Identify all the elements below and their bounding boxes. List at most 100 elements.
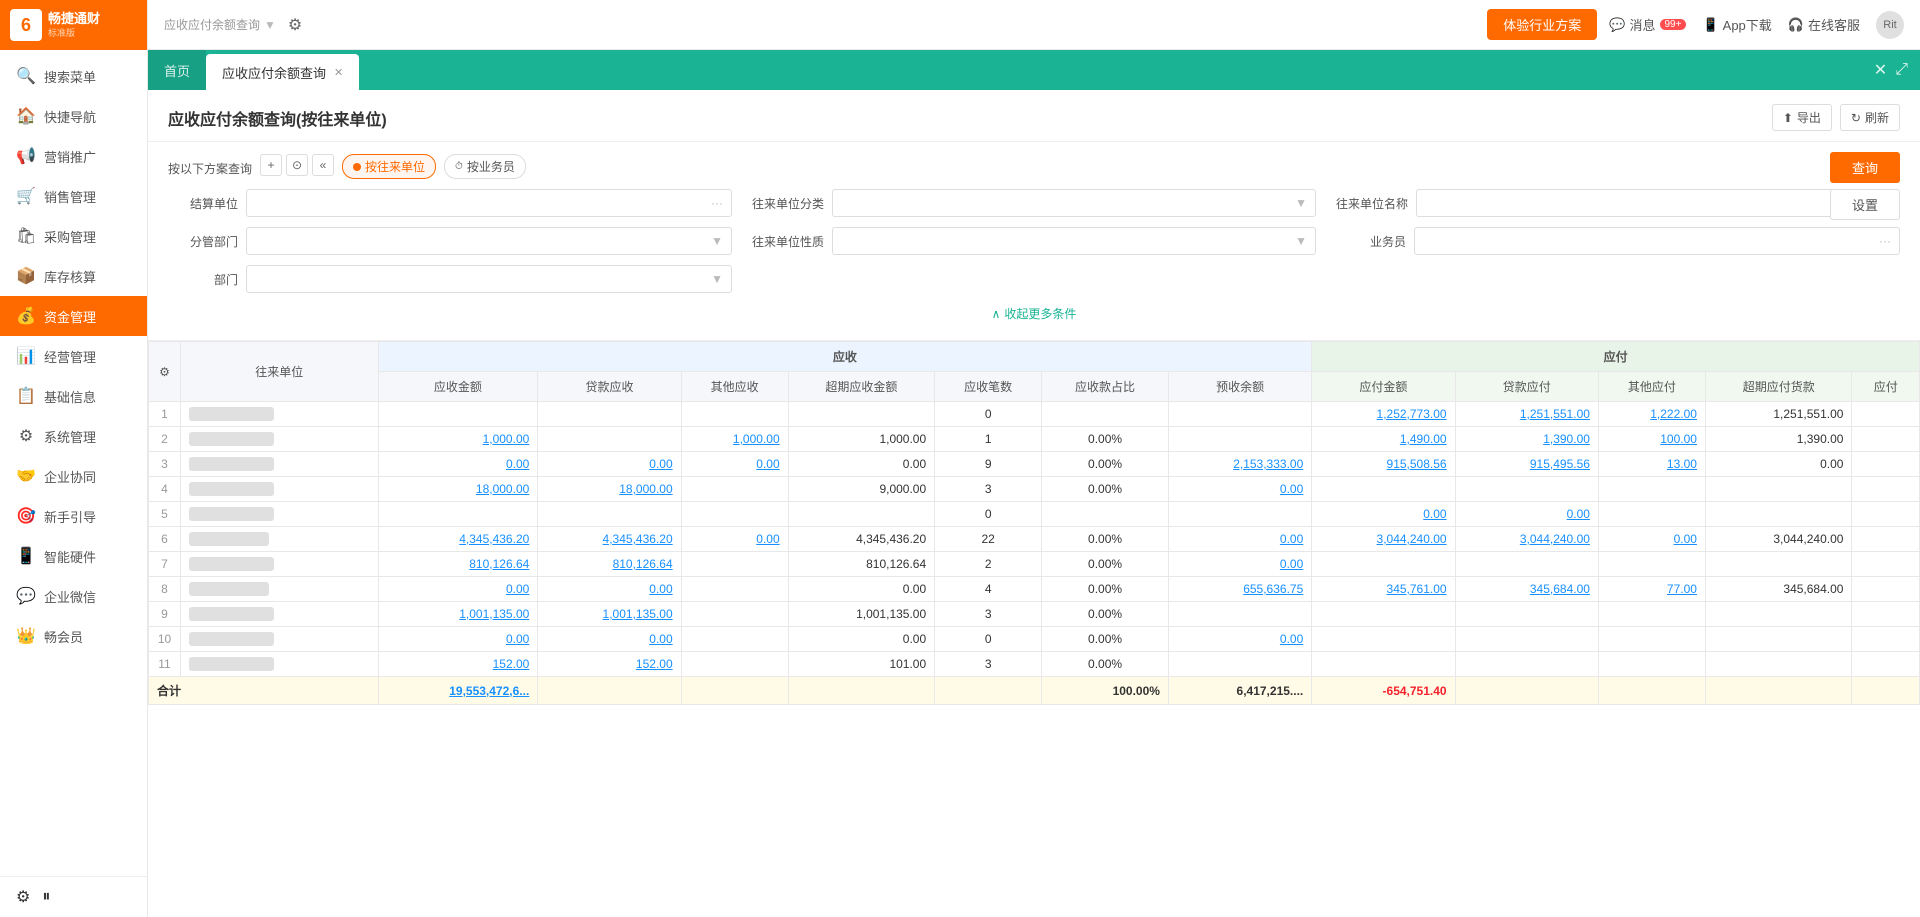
dept-manage-input[interactable]: ▼ (246, 227, 732, 255)
table-cell[interactable]: 152.00 (538, 652, 681, 677)
table-cell[interactable]: 345,684.00 (1455, 577, 1598, 602)
table-cell[interactable]: 0.00 (1168, 477, 1311, 502)
salesperson-input[interactable]: ··· (1414, 227, 1900, 255)
table-cell[interactable]: 0.00 (681, 452, 788, 477)
partner-category-input[interactable]: ▼ (832, 189, 1316, 217)
partner-name-input[interactable] (1416, 189, 1900, 217)
sidebar-item-basic[interactable]: 📋 基础信息 (0, 376, 147, 416)
customer-service-action[interactable]: 🎧 在线客服 (1788, 15, 1860, 34)
table-cell[interactable]: 655,636.75 (1168, 577, 1311, 602)
scheme-by-staff[interactable]: ⏱ 按业务员 (444, 154, 526, 179)
table-cell[interactable]: 3,044,240.00 (1312, 527, 1455, 552)
tab-home[interactable]: 首页 (148, 50, 206, 90)
refresh-button[interactable]: ↻ 刷新 (1840, 104, 1900, 131)
table-cell[interactable]: 0.00 (1598, 527, 1705, 552)
message-action[interactable]: 💬 消息 99+ (1609, 15, 1686, 34)
more-scheme-btn[interactable]: « (312, 154, 334, 176)
sidebar-item-quick[interactable]: 🏠 快捷导航 (0, 96, 147, 136)
table-cell[interactable]: 1,001,135.00 (378, 602, 538, 627)
table-cell (1042, 502, 1169, 527)
user-avatar[interactable]: Rit (1876, 11, 1904, 39)
topbar: 应收应付余额查询 ▼ ⚙ 体验行业方案 💬 消息 99+ 📱 App下载 🎧 在… (148, 0, 1920, 50)
maximize-icon[interactable]: ⤢ (1895, 61, 1908, 79)
table-cell[interactable]: 77.00 (1598, 577, 1705, 602)
table-cell[interactable]: 18,000.00 (538, 477, 681, 502)
table-cell[interactable]: 1,252,773.00 (1312, 402, 1455, 427)
table-cell[interactable]: 810,126.64 (538, 552, 681, 577)
table-cell[interactable]: 0.00 (378, 627, 538, 652)
sidebar-item-purchase[interactable]: 🛍 采购管理 (0, 216, 147, 256)
table-cell[interactable]: 18,000.00 (378, 477, 538, 502)
table-cell: 0.00 (788, 627, 935, 652)
table-cell[interactable]: 13.00 (1598, 452, 1705, 477)
add-scheme-btn[interactable]: + (260, 154, 282, 176)
settings-col-header[interactable]: ⚙ (149, 342, 181, 402)
table-cell: 0.00% (1042, 627, 1169, 652)
sidebar-item-operation[interactable]: 📊 经营管理 (0, 336, 147, 376)
dept-input[interactable]: ▼ (246, 265, 732, 293)
settlement-unit-input[interactable]: ··· (246, 189, 732, 217)
sidebar-item-marketing[interactable]: 📢 营销推广 (0, 136, 147, 176)
settings-button[interactable]: 设置 (1830, 189, 1900, 220)
table-cell[interactable]: 0.00 (538, 577, 681, 602)
table-cell[interactable]: 1,251,551.00 (1455, 402, 1598, 427)
app-download-action[interactable]: 📱 App下载 (1702, 15, 1771, 34)
table-cell[interactable]: 0.00 (681, 527, 788, 552)
table-cell[interactable]: 0.00 (1168, 627, 1311, 652)
gear-icon[interactable]: ⚙ (288, 15, 302, 35)
table-cell[interactable]: 1,000.00 (378, 427, 538, 452)
sidebar-item-system[interactable]: ⚙ 系统管理 (0, 416, 147, 456)
table-cell[interactable]: 1,390.00 (1455, 427, 1598, 452)
table-cell[interactable]: 915,508.56 (1312, 452, 1455, 477)
scheme-by-unit[interactable]: 按往来单位 (342, 154, 436, 179)
table-cell[interactable]: 915,495.56 (1455, 452, 1598, 477)
edit-scheme-btn[interactable]: ⊙ (286, 154, 308, 176)
tab-close-icon[interactable]: ✕ (334, 66, 343, 79)
table-cell[interactable]: 0.00 (1168, 552, 1311, 577)
settings-icon[interactable]: ⚙ (16, 887, 30, 907)
table-area[interactable]: ⚙ 往来单位 应收 应付 应收金额 贷款应收 其他应收 超期应收金额 应收笔数 … (148, 341, 1920, 917)
table-cell[interactable]: 0.00 (1455, 502, 1598, 527)
query-button[interactable]: 查询 (1830, 152, 1900, 183)
tab-ar-ap[interactable]: 应收应付余额查询 ✕ (206, 54, 359, 90)
app-name: 畅捷通财 (48, 11, 100, 27)
table-cell[interactable]: 0.00 (538, 627, 681, 652)
table-cell[interactable]: 0.00 (538, 452, 681, 477)
sidebar-item-inventory[interactable]: 📦 库存核算 (0, 256, 147, 296)
promo-button[interactable]: 体验行业方案 (1487, 9, 1597, 40)
sidebar-item-sales[interactable]: 🛒 销售管理 (0, 176, 147, 216)
table-cell[interactable]: 1,222.00 (1598, 402, 1705, 427)
collapse-icon[interactable]: ⏸ (42, 888, 50, 906)
table-cell[interactable]: 3,044,240.00 (1455, 527, 1598, 552)
close-window-icon[interactable]: ✕ (1874, 60, 1887, 80)
sidebar-item-guide[interactable]: 🎯 新手引导 (0, 496, 147, 536)
table-cell[interactable]: 0.00 (1312, 502, 1455, 527)
table-cell: 9,000.00 (788, 477, 935, 502)
table-cell[interactable]: 1,001,135.00 (538, 602, 681, 627)
table-cell[interactable]: 100.00 (1598, 427, 1705, 452)
total-ar-ratio: 100.00% (1042, 677, 1169, 705)
table-cell[interactable]: 810,126.64 (378, 552, 538, 577)
sidebar-item-finance[interactable]: 💰 资金管理 (0, 296, 147, 336)
table-cell[interactable]: 0.00 (378, 452, 538, 477)
sidebar-item-device[interactable]: 📱 智能硬件 (0, 536, 147, 576)
filter-partner-nature: 往来单位性质 ▼ (752, 227, 1316, 255)
ar-count-header: 应收笔数 (935, 372, 1042, 402)
table-cell[interactable]: 0.00 (1168, 527, 1311, 552)
table-cell[interactable]: 152.00 (378, 652, 538, 677)
sidebar-item-wechat[interactable]: 💬 企业微信 (0, 576, 147, 616)
table-cell[interactable]: 2,153,333.00 (1168, 452, 1311, 477)
table-cell[interactable]: 4,345,436.20 (378, 527, 538, 552)
table-cell[interactable]: 1,490.00 (1312, 427, 1455, 452)
total-ar-amount[interactable]: 19,553,472,6... (378, 677, 538, 705)
table-cell[interactable]: 345,761.00 (1312, 577, 1455, 602)
table-cell[interactable]: 0.00 (378, 577, 538, 602)
collapse-button[interactable]: ∧ 收起更多条件 (168, 299, 1900, 328)
sidebar-item-corp[interactable]: 🤝 企业协同 (0, 456, 147, 496)
table-cell[interactable]: 1,000.00 (681, 427, 788, 452)
table-cell[interactable]: 4,345,436.20 (538, 527, 681, 552)
export-button[interactable]: ⬆ 导出 (1772, 104, 1832, 131)
sidebar-item-search[interactable]: 🔍 搜索菜单 (0, 56, 147, 96)
partner-nature-input[interactable]: ▼ (832, 227, 1316, 255)
sidebar-item-member[interactable]: 👑 畅会员 (0, 616, 147, 656)
